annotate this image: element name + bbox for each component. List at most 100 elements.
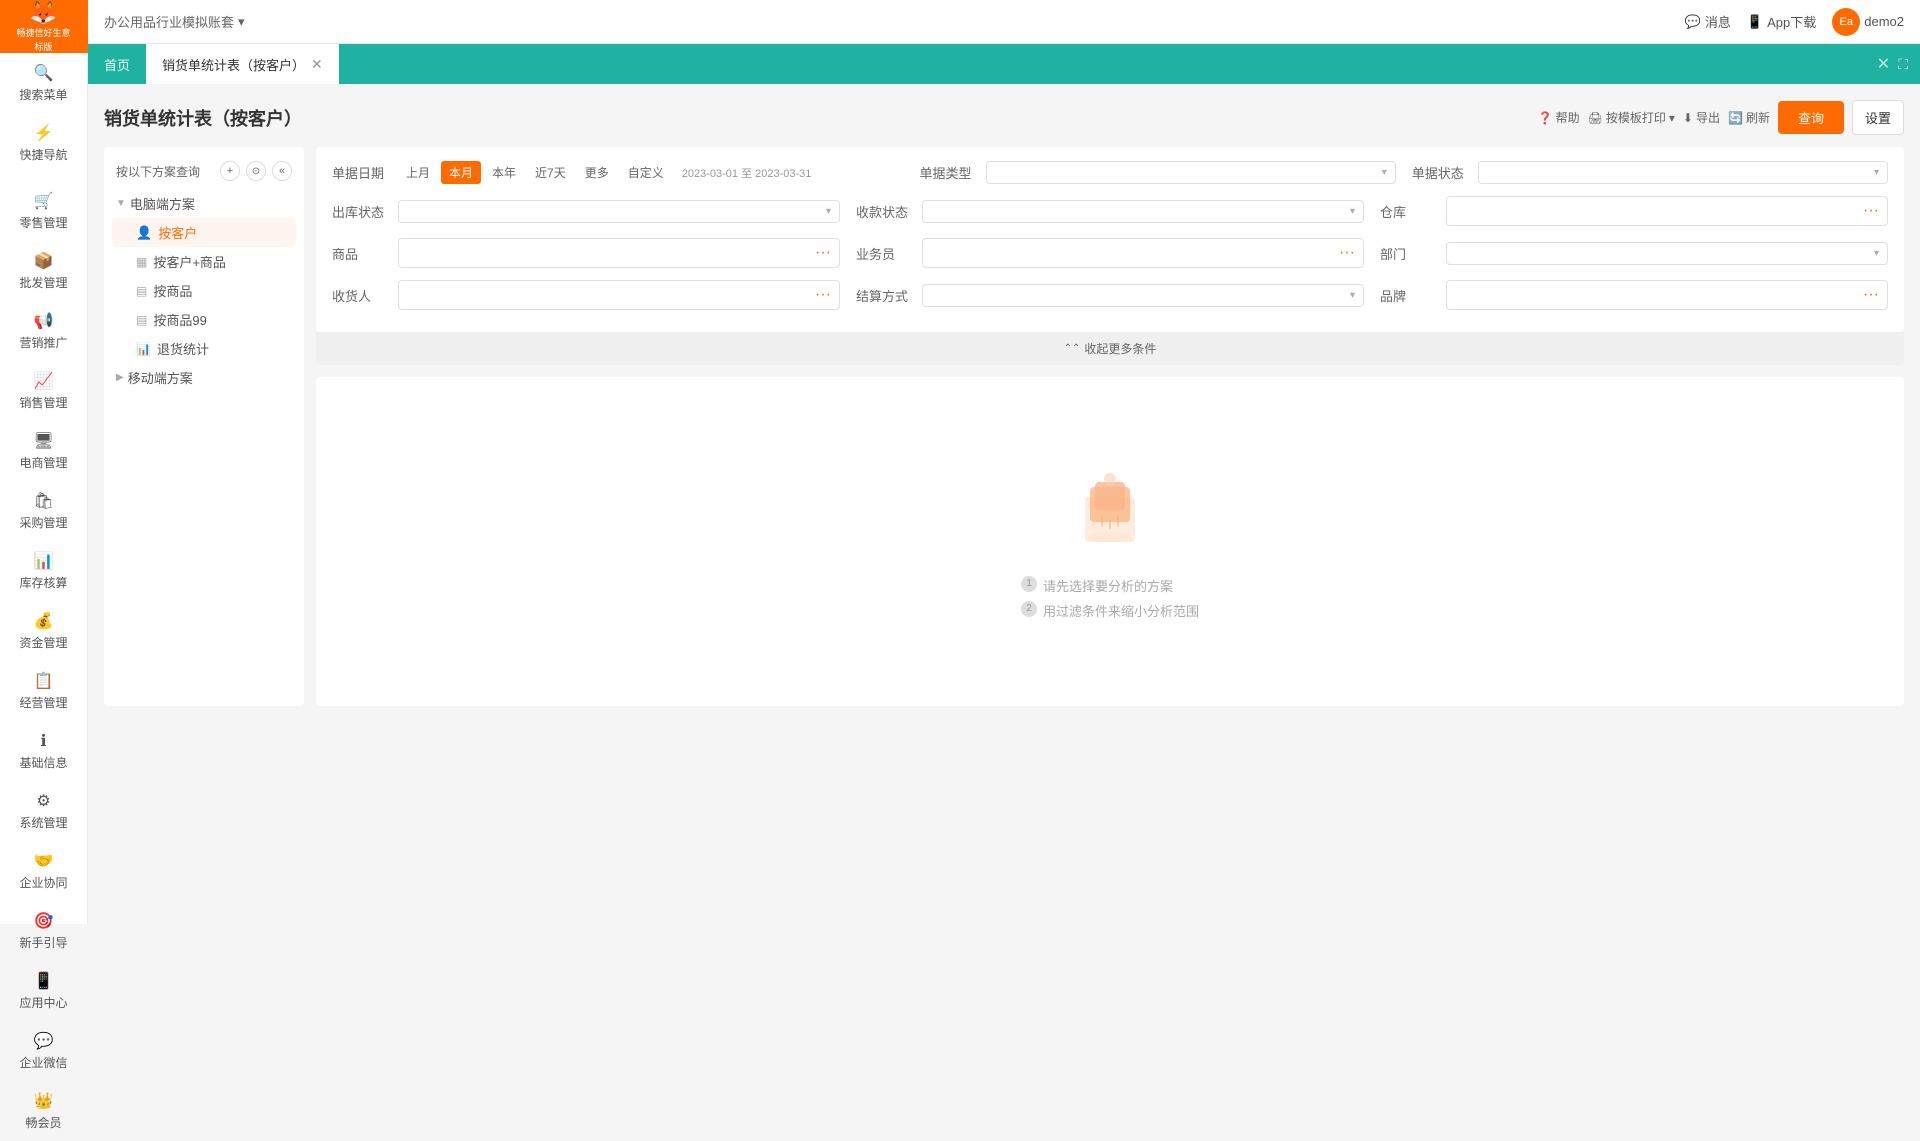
export-btn[interactable]: ⬇ 导出 [1683,109,1720,126]
settings-button[interactable]: 设置 [1852,100,1904,135]
refresh-btn[interactable]: 🔄 刷新 [1728,109,1770,126]
app-download-btn[interactable]: 📱 App下载 [1747,12,1816,31]
sidebar-retail-label: 零售管理 [19,214,67,231]
date-label: 单据日期 [332,163,392,182]
out-status-select[interactable]: ▾ [398,200,840,223]
empty-tip-2: 2 用过滤条件来缩小分析范围 [1021,601,1199,620]
help-btn[interactable]: ❓ 帮助 [1538,109,1580,126]
member-icon: 👑 [34,1091,54,1111]
staff-dots[interactable]: ··· [1339,244,1355,262]
goods-select[interactable]: ··· [398,238,840,268]
sidebar-item-app-center[interactable]: 📱 应用中心 [0,961,87,1021]
refresh-label: 刷新 [1746,109,1770,126]
template-print-btn[interactable]: 🖨 按模板打印 ▾ [1588,109,1675,126]
scheme-group-desktop: ▼ 电脑端方案 👤 按客户 ▦ 按客户+商品 ▤ [104,189,304,363]
sidebar-item-retail[interactable]: 🛒 零售管理 [0,181,87,241]
message-icon: 💬 [1685,14,1701,30]
date-more[interactable]: 更多 [577,161,617,184]
query-button[interactable]: 查询 [1778,101,1844,134]
order-type-select[interactable]: ▾ [986,161,1396,184]
sidebar-item-marketing[interactable]: 📢 营销推广 [0,301,87,361]
sidebar-item-basic-info[interactable]: ℹ 基础信息 [0,721,87,781]
dept-select[interactable]: ▾ [1446,242,1888,265]
scheme-panel: 按以下方案查询 + ⊙ « [104,147,304,706]
topbar-left: 办公用品行业模拟账套 ▾ [104,12,245,31]
scheme-desktop-toggle[interactable]: ▼ 电脑端方案 [112,189,296,218]
sidebar-item-finance[interactable]: 💰 资金管理 [0,601,87,661]
order-status-select[interactable]: ▾ [1478,161,1888,184]
staff-select[interactable]: ··· [922,238,1364,268]
scheme-mobile-toggle[interactable]: ▶ 移动端方案 [112,363,296,392]
order-status-label: 单据状态 [1412,163,1472,182]
sidebar-item-member[interactable]: 👑 畅会员 [0,1081,87,1141]
sidebar-item-management[interactable]: 📋 经营管理 [0,661,87,721]
brand-dots[interactable]: ··· [1863,286,1879,304]
goods-dots[interactable]: ··· [815,244,831,262]
window-maximize-icon[interactable]: ⛶ [1898,56,1908,73]
tab-home[interactable]: 首页 [88,44,146,84]
sidebar-item-system[interactable]: ⚙ 系统管理 [0,781,87,841]
edit-icon: ⊙ [252,166,260,177]
scheme-group-mobile: ▶ 移动端方案 [104,363,304,392]
order-type-chevron: ▾ [1382,167,1387,178]
sidebar-wechat-label: 企业微信 [19,1054,67,1071]
main-filter: 单据日期 上月 本月 本年 近7天 更多 自定义 2023-03-01 至 20… [316,147,1904,706]
tab-close-icon[interactable]: ✕ [311,56,323,73]
date-this-year[interactable]: 本年 [484,161,524,184]
help-label: 帮助 [1556,109,1580,126]
sidebar-item-guide[interactable]: 🎯 新手引导 [0,901,87,961]
dept-chevron: ▾ [1874,248,1879,259]
brand-select[interactable]: ··· [1446,280,1888,310]
collab-icon: 🤝 [34,851,54,871]
empty-tips: 1 请先选择要分析的方案 2 用过滤条件来缩小分析范围 [1021,576,1199,626]
sidebar-item-sales[interactable]: 📈 销售管理 [0,361,87,421]
scheme-add-btn[interactable]: + [220,161,240,181]
scheme-item-customer[interactable]: 👤 按客户 [112,218,296,247]
empty-tip-1-text: 请先选择要分析的方案 [1043,576,1173,595]
sidebar-item-ecommerce[interactable]: 🖥 电商管理 [0,421,87,481]
receive-status-select[interactable]: ▾ [922,200,1364,223]
message-btn[interactable]: 💬 消息 [1685,12,1731,31]
consignee-select[interactable]: ··· [398,280,840,310]
scheme-item-goods99[interactable]: ▤ 按商品99 [112,305,296,334]
settlement-select[interactable]: ▾ [922,284,1364,307]
warehouse-dots[interactable]: ··· [1863,202,1879,220]
user-profile[interactable]: Ea demo2 [1832,8,1904,36]
date-last-month[interactable]: 上月 [398,161,438,184]
scheme-item-customer-label: 按客户 [158,223,197,242]
tab-sales-stats[interactable]: 销货单统计表（按客户） ✕ [146,44,339,84]
sidebar-finance-label: 资金管理 [19,634,67,651]
date-custom[interactable]: 自定义 [620,161,672,184]
basic-info-icon: ℹ [40,731,46,751]
sidebar-wholesale-label: 批发管理 [19,274,67,291]
collapse-filters-btn[interactable]: ⌃⌃ 收起更多条件 [316,332,1904,365]
sidebar-marketing-label: 营销推广 [19,334,67,351]
consignee-dots[interactable]: ··· [815,286,831,304]
sidebar-quick-nav[interactable]: ⚡ 快捷导航 [0,113,87,173]
staff-label: 业务员 [856,244,916,263]
sidebar-item-wechat[interactable]: 💬 企业微信 [0,1021,87,1081]
sidebar-item-inventory[interactable]: 📊 库存核算 [0,541,87,601]
app-name: 畅捷信好生意 [16,28,70,40]
window-close-icon[interactable]: ✕ [1877,54,1890,74]
sidebar-item-wholesale[interactable]: 📦 批发管理 [0,241,87,301]
scheme-collapse-btn[interactable]: « [272,161,292,181]
scheme-edit-btn[interactable]: ⊙ [246,161,266,181]
sidebar-search[interactable]: 🔍 搜索菜单 [0,53,87,113]
settlement-label: 结算方式 [856,286,916,305]
date-7days[interactable]: 近7天 [527,161,574,184]
scheme-item-returns[interactable]: 📊 退货统计 [112,334,296,363]
inventory-icon: 📊 [34,551,54,571]
download-icon: 📱 [1747,14,1763,30]
scheme-item-customer-goods[interactable]: ▦ 按客户+商品 [112,247,296,276]
sidebar-item-purchase[interactable]: 🛍 采购管理 [0,481,87,541]
empty-tip-2-text: 用过滤条件来缩小分析范围 [1043,601,1199,620]
tip-num-2: 2 [1021,601,1037,617]
avatar: Ea [1832,8,1860,36]
date-this-month[interactable]: 本月 [441,161,481,184]
scheme-item-goods[interactable]: ▤ 按商品 [112,276,296,305]
marketing-icon: 📢 [34,311,54,331]
account-dropdown[interactable]: 办公用品行业模拟账套 ▾ [104,12,245,31]
warehouse-select[interactable]: ··· [1446,196,1888,226]
sidebar-item-collab[interactable]: 🤝 企业协同 [0,841,87,901]
